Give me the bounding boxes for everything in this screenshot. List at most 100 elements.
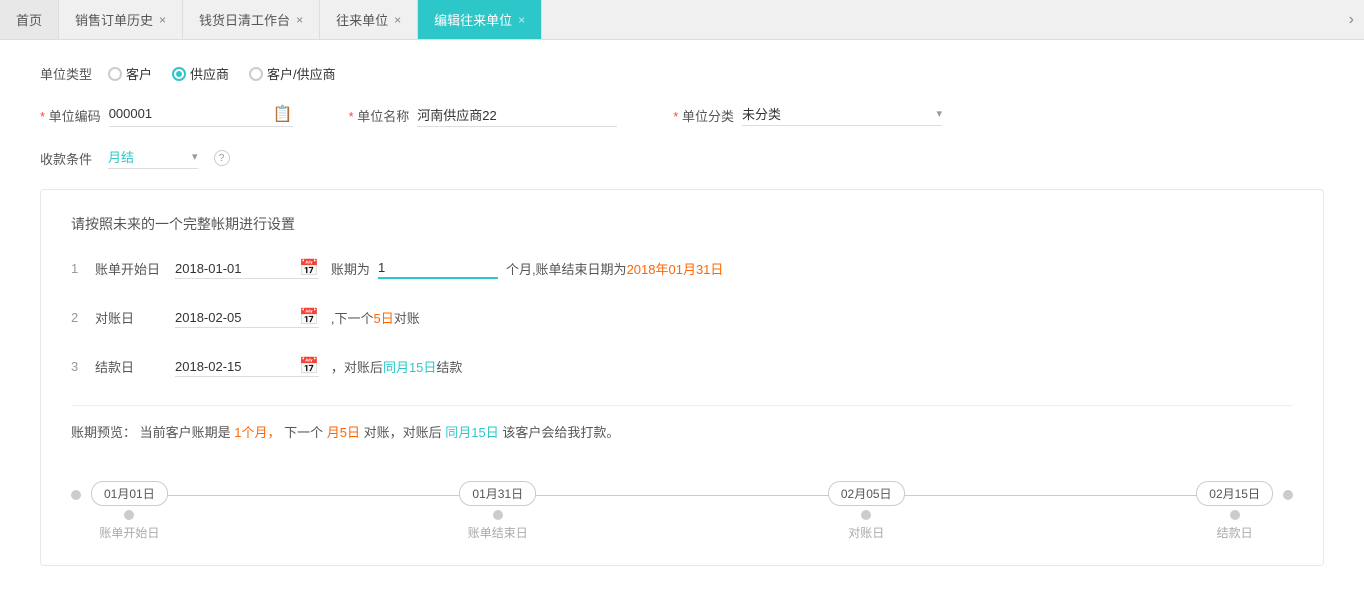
tab-scroll-right[interactable]: › <box>1339 0 1364 39</box>
row-3-date-wrap: 📅 <box>175 356 319 377</box>
payment-help-icon[interactable]: ? <box>214 150 230 166</box>
timeline-node-2: 01月31日 账单结束日 <box>459 481 536 541</box>
timeline-node-1: 01月01日 账单开始日 <box>91 481 168 541</box>
unit-code-group: 单位编码 📋 <box>40 104 293 127</box>
unit-code-label: 单位编码 <box>40 106 101 125</box>
unit-type-radio-group: 客户 供应商 客户/供应商 <box>108 64 336 83</box>
unit-type-label: 单位类型 <box>40 64 92 83</box>
timeline-start-dot <box>71 490 81 500</box>
tab-sales-history[interactable]: 销售订单历史 × <box>59 0 183 39</box>
row-1-num: 1 <box>71 261 95 276</box>
radio-supplier-circle <box>172 67 186 81</box>
row-1-date-input[interactable] <box>175 259 295 278</box>
timeline: 01月01日 账单开始日 01月31日 账单结束日 02月05日 对账日 02月… <box>71 481 1293 541</box>
tab-home[interactable]: 首页 <box>0 0 59 39</box>
timeline-dot-3 <box>861 510 871 520</box>
payment-condition-select[interactable]: 月结 ▾ <box>108 147 198 169</box>
timeline-label-1: 账单开始日 <box>99 524 159 541</box>
tab-sales-history-label: 销售订单历史 <box>75 10 153 29</box>
unit-code-input[interactable] <box>109 104 269 123</box>
tab-cash-workbench-close[interactable]: × <box>296 13 303 27</box>
row-2-date-input[interactable] <box>175 308 295 327</box>
unit-code-copy-icon[interactable]: 📋 <box>273 104 293 124</box>
timeline-date-4: 02月15日 <box>1196 481 1273 506</box>
tab-edit-partner-label: 编辑往来单位 <box>434 10 512 29</box>
preview-label: 账期预览： <box>71 425 136 440</box>
tab-partner-unit-label: 往来单位 <box>336 10 388 29</box>
radio-customer-label: 客户 <box>126 64 152 83</box>
radio-both[interactable]: 客户/供应商 <box>249 64 336 83</box>
tab-partner-unit[interactable]: 往来单位 × <box>320 0 418 39</box>
category-chevron-icon: ▾ <box>936 107 942 120</box>
row-3-date-input[interactable] <box>175 357 295 376</box>
preview-highlight3: 同月15日 <box>445 425 498 440</box>
row-2-desc-after: 对账 <box>394 308 420 327</box>
tab-home-label: 首页 <box>16 10 42 29</box>
tab-cash-workbench-label: 钱货日清工作台 <box>199 10 290 29</box>
unit-fields-row: 单位编码 📋 单位名称 单位分类 未分类 ▾ <box>40 103 1324 127</box>
timeline-dot-1 <box>124 510 134 520</box>
radio-both-circle <box>249 67 263 81</box>
row-2-highlight: 5日 <box>374 308 394 327</box>
preview-text-end: 该客户会给我打款。 <box>502 425 619 440</box>
radio-both-label: 客户/供应商 <box>267 64 336 83</box>
preview-mid: 下一个 <box>284 425 323 440</box>
preview-section: 账期预览： 当前客户账期是 1个月， 下一个 月5日 对账，对账后 同月15日 … <box>71 405 1293 465</box>
tab-bar: 首页 销售订单历史 × 钱货日清工作台 × 往来单位 × 编辑往来单位 × › <box>0 0 1364 40</box>
unit-type-row: 单位类型 客户 供应商 客户/供应商 <box>40 64 1324 83</box>
radio-customer-circle <box>108 67 122 81</box>
preview-text-before: 当前客户账期是 <box>140 425 231 440</box>
timeline-dot-2 <box>493 510 503 520</box>
tab-edit-partner[interactable]: 编辑往来单位 × <box>418 0 542 39</box>
row-1-desc-after-pre: 个月,账单结束日期为 <box>506 259 627 278</box>
timeline-label-4: 结款日 <box>1217 524 1253 541</box>
timeline-label-3: 对账日 <box>848 524 884 541</box>
row-3-calendar-icon[interactable]: 📅 <box>299 356 319 376</box>
row-2-label: 对账日 <box>95 308 175 327</box>
payment-condition-row: 收款条件 月结 ▾ ? <box>40 147 1324 169</box>
setting-row-2: 2 对账日 📅 ,下一个 5日 对账 <box>71 307 1293 328</box>
tab-edit-partner-close[interactable]: × <box>518 13 525 27</box>
timeline-dot-4 <box>1230 510 1240 520</box>
radio-supplier-label: 供应商 <box>190 64 229 83</box>
setting-row-1: 1 账单开始日 📅 账期为 个月,账单结束日期为 2018年01月31日 <box>71 258 1293 279</box>
unit-category-value: 未分类 <box>742 104 932 123</box>
row-3-label: 结款日 <box>95 357 175 376</box>
unit-name-input[interactable] <box>417 103 617 127</box>
preview-highlight2: 月5日 <box>327 425 360 440</box>
radio-supplier[interactable]: 供应商 <box>172 64 229 83</box>
tab-partner-unit-close[interactable]: × <box>394 13 401 27</box>
timeline-nodes: 01月01日 账单开始日 01月31日 账单结束日 02月05日 对账日 02月… <box>91 481 1273 541</box>
payment-condition-label: 收款条件 <box>40 149 92 168</box>
row-1-calendar-icon[interactable]: 📅 <box>299 258 319 278</box>
unit-category-select[interactable]: 未分类 ▾ <box>742 104 942 126</box>
row-2-date-wrap: 📅 <box>175 307 319 328</box>
row-1-label: 账单开始日 <box>95 259 175 278</box>
tab-cash-workbench[interactable]: 钱货日清工作台 × <box>183 0 320 39</box>
row-3-num: 3 <box>71 359 95 374</box>
timeline-date-2: 01月31日 <box>459 481 536 506</box>
unit-name-label: 单位名称 <box>349 106 410 125</box>
timeline-node-4: 02月15日 结款日 <box>1196 481 1273 541</box>
unit-name-group: 单位名称 <box>349 103 618 127</box>
row-1-desc-before: 账期为 <box>331 259 370 278</box>
preview-text-mid: 对账，对账后 <box>364 425 442 440</box>
row-3-desc-after: 结款 <box>436 357 462 376</box>
row-3-desc-before: ，对账后 <box>331 357 383 376</box>
radio-customer[interactable]: 客户 <box>108 64 152 83</box>
period-input[interactable] <box>378 258 498 279</box>
main-content: 单位类型 客户 供应商 客户/供应商 单位编码 📋 单位 <box>0 40 1364 610</box>
timeline-node-3: 02月05日 对账日 <box>828 481 905 541</box>
timeline-date-3: 02月05日 <box>828 481 905 506</box>
timeline-label-2: 账单结束日 <box>468 524 528 541</box>
tab-sales-history-close[interactable]: × <box>159 13 166 27</box>
payment-chevron-icon: ▾ <box>192 150 198 163</box>
unit-code-input-wrap: 📋 <box>109 104 293 127</box>
card-title: 请按照未来的一个完整帐期进行设置 <box>71 214 1293 234</box>
timeline-date-1: 01月01日 <box>91 481 168 506</box>
row-2-calendar-icon[interactable]: 📅 <box>299 307 319 327</box>
row-3-highlight: 同月15日 <box>383 357 436 376</box>
setting-row-3: 3 结款日 📅 ，对账后 同月15日 结款 <box>71 356 1293 377</box>
row-2-num: 2 <box>71 310 95 325</box>
unit-category-label: 单位分类 <box>673 106 734 125</box>
